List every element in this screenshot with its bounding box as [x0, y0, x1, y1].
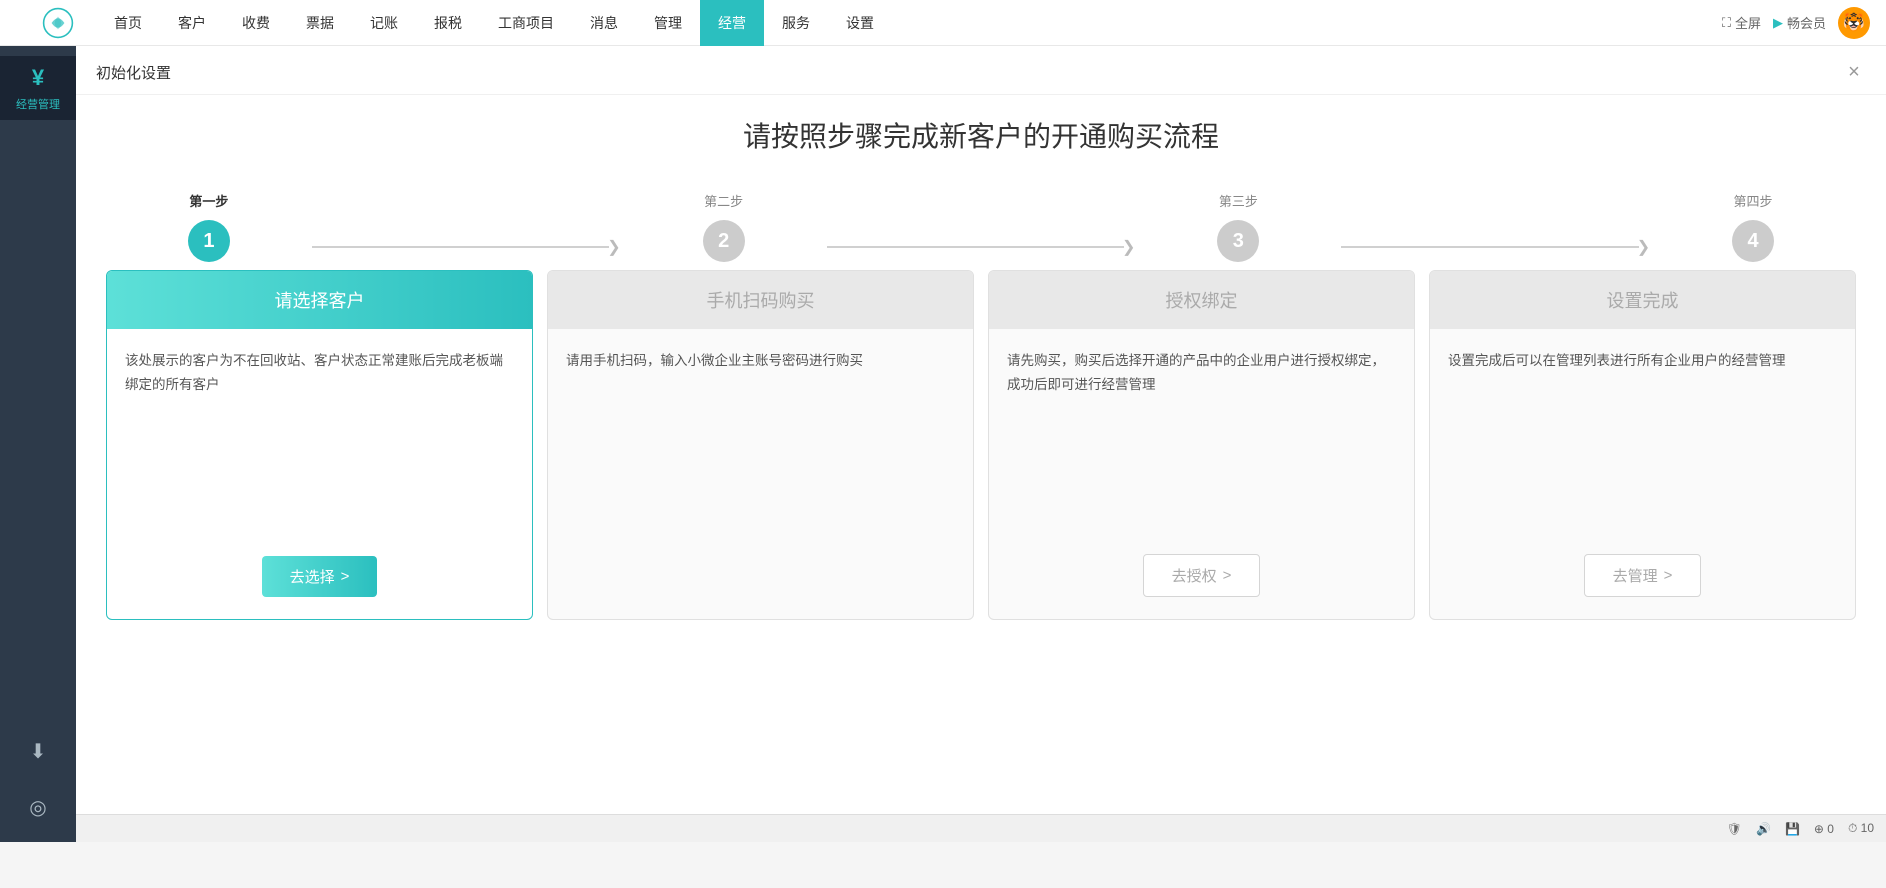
- card-4: 设置完成 设置完成后可以在管理列表进行所有企业用户的经营管理 去管理 >: [1429, 270, 1856, 620]
- close-button[interactable]: ×: [1842, 60, 1866, 84]
- top-nav: 首页 客户 收费 票据 记账 报税 工商项目 消息 管理 经营 服务 设置 ⛶ …: [0, 0, 1886, 46]
- go-manage-button[interactable]: 去管理 >: [1584, 554, 1702, 597]
- card-1-header: 请选择客户: [107, 271, 532, 329]
- yuan-icon: ¥: [24, 64, 52, 92]
- page-title: 初始化设置: [96, 62, 171, 83]
- nav-item-customer[interactable]: 客户: [160, 0, 224, 46]
- card-3-header: 授权绑定: [989, 271, 1414, 329]
- go-select-button[interactable]: 去选择 >: [262, 556, 378, 597]
- line-2-3: [827, 246, 1124, 248]
- step-2-circle: 2: [703, 220, 745, 262]
- step-1-circle: 1: [188, 220, 230, 262]
- nav-right: ⛶ 全屏 ▶ 畅会员 🐯: [1722, 7, 1886, 39]
- card-2-body: 请用手机扫码，输入小微企业主账号密码进行购买: [548, 329, 973, 585]
- status-bar: ▶ 完成 🛡 🔊 💾 ⊕ 0 ⏱ 10: [0, 814, 1886, 842]
- avatar: 🐯: [1838, 7, 1870, 39]
- go-select-arrow: >: [341, 568, 350, 585]
- card-1-body: 该处展示的客户为不在回收站、客户状态正常建账后完成老板端绑定的所有客户: [107, 329, 532, 544]
- go-authorize-label: 去授权: [1172, 565, 1217, 586]
- nav-item-message[interactable]: 消息: [572, 0, 636, 46]
- step-1-label: 第一步: [189, 191, 228, 210]
- sidebar-bottom: ⬇ ◎: [0, 726, 76, 832]
- arrow-1-2: ❯: [607, 237, 620, 257]
- step-1: 第一步 1: [106, 191, 312, 262]
- timer-10: ⏱ 10: [1848, 821, 1874, 836]
- page-header: 初始化设置 ×: [76, 46, 1886, 95]
- connector-2-3: ❯: [827, 191, 1136, 257]
- nav-item-home[interactable]: 首页: [96, 0, 160, 46]
- card-3-footer: 去授权 >: [989, 542, 1414, 619]
- go-manage-label: 去管理: [1613, 565, 1658, 586]
- sidebar-support-btn[interactable]: ◎: [0, 782, 76, 832]
- arrow-3-4: ❯: [1637, 237, 1650, 257]
- step-2: 第二步 2: [621, 191, 827, 262]
- fullscreen-button[interactable]: ⛶ 全屏: [1722, 13, 1761, 32]
- nav-item-fee[interactable]: 收费: [224, 0, 288, 46]
- card-2-footer: [548, 585, 973, 619]
- support-icon: ◎: [29, 795, 46, 820]
- nav-logo: [20, 7, 96, 39]
- nav-items: 首页 客户 收费 票据 记账 报税 工商项目 消息 管理 经营 服务 设置: [96, 0, 1722, 46]
- go-select-label: 去选择: [290, 566, 335, 587]
- card-4-footer: 去管理 >: [1430, 542, 1855, 619]
- step-4-circle: 4: [1732, 220, 1774, 262]
- connector-1-2: ❯: [312, 191, 621, 257]
- steps-main-title: 请按照步骤完成新客户的开通购买流程: [106, 115, 1856, 155]
- steps-section: 请按照步骤完成新客户的开通购买流程 第一步 1 ❯ 第二步 2 ❯: [76, 95, 1886, 630]
- step-4: 第四步 4: [1650, 191, 1856, 262]
- sidebar: ¥ 经营管理 ⬇ ◎: [0, 46, 76, 842]
- step-3-circle: 3: [1217, 220, 1259, 262]
- member-button[interactable]: ▶ 畅会员: [1773, 13, 1826, 32]
- step-3-label: 第三步: [1219, 191, 1258, 210]
- play-icon: ▶: [1773, 15, 1783, 31]
- arrow-2-3: ❯: [1122, 237, 1135, 257]
- volume-icon: 🔊: [1756, 822, 1771, 836]
- nav-item-account[interactable]: 记账: [352, 0, 416, 46]
- sidebar-item-operation[interactable]: ¥ 经营管理: [0, 56, 76, 120]
- line-3-4: [1341, 246, 1638, 248]
- steps-timeline: 第一步 1 ❯ 第二步 2 ❯ 第三步 3: [106, 191, 1856, 262]
- shield-icon: 🛡: [1727, 822, 1742, 836]
- connector-3-4: ❯: [1341, 191, 1650, 257]
- card-1-footer: 去选择 >: [107, 544, 532, 619]
- nav-item-bill[interactable]: 票据: [288, 0, 352, 46]
- step-2-label: 第二步: [704, 191, 743, 210]
- nav-item-operation[interactable]: 经营: [700, 0, 764, 46]
- card-2-header: 手机扫码购买: [548, 271, 973, 329]
- nav-item-tax[interactable]: 报税: [416, 0, 480, 46]
- fullscreen-icon: ⛶: [1722, 15, 1731, 31]
- main-content: 初始化设置 × 请按照步骤完成新客户的开通购买流程 第一步 1 ❯ 第二步 2: [76, 46, 1886, 842]
- nav-item-business[interactable]: 工商项目: [480, 0, 572, 46]
- card-3-body: 请先购买，购买后选择开通的产品中的企业用户进行授权绑定，成功后即可进行经营管理: [989, 329, 1414, 542]
- sidebar-label: 经营管理: [16, 96, 60, 112]
- step-4-label: 第四步: [1734, 191, 1773, 210]
- status-right: 🛡 🔊 💾 ⊕ 0 ⏱ 10: [1727, 821, 1874, 836]
- nav-item-manage[interactable]: 管理: [636, 0, 700, 46]
- go-authorize-arrow: >: [1223, 567, 1232, 584]
- nav-item-settings[interactable]: 设置: [828, 0, 892, 46]
- save-icon: 💾: [1785, 822, 1800, 836]
- fullscreen-label: 全屏: [1735, 13, 1761, 32]
- line-1-2: [312, 246, 609, 248]
- card-2: 手机扫码购买 请用手机扫码，输入小微企业主账号密码进行购买: [547, 270, 974, 620]
- member-label: 畅会员: [1787, 13, 1826, 32]
- go-authorize-button[interactable]: 去授权 >: [1143, 554, 1261, 597]
- counter-0: ⊕ 0: [1814, 822, 1834, 836]
- card-3: 授权绑定 请先购买，购买后选择开通的产品中的企业用户进行授权绑定，成功后即可进行…: [988, 270, 1415, 620]
- sidebar-download-btn[interactable]: ⬇: [0, 726, 76, 776]
- card-1: 请选择客户 该处展示的客户为不在回收站、客户状态正常建账后完成老板端绑定的所有客…: [106, 270, 533, 620]
- card-4-body: 设置完成后可以在管理列表进行所有企业用户的经营管理: [1430, 329, 1855, 542]
- cards-row: 请选择客户 该处展示的客户为不在回收站、客户状态正常建账后完成老板端绑定的所有客…: [106, 270, 1856, 620]
- go-manage-arrow: >: [1664, 567, 1673, 584]
- nav-item-service[interactable]: 服务: [764, 0, 828, 46]
- step-3: 第三步 3: [1135, 191, 1341, 262]
- download-icon: ⬇: [30, 739, 47, 764]
- card-4-header: 设置完成: [1430, 271, 1855, 329]
